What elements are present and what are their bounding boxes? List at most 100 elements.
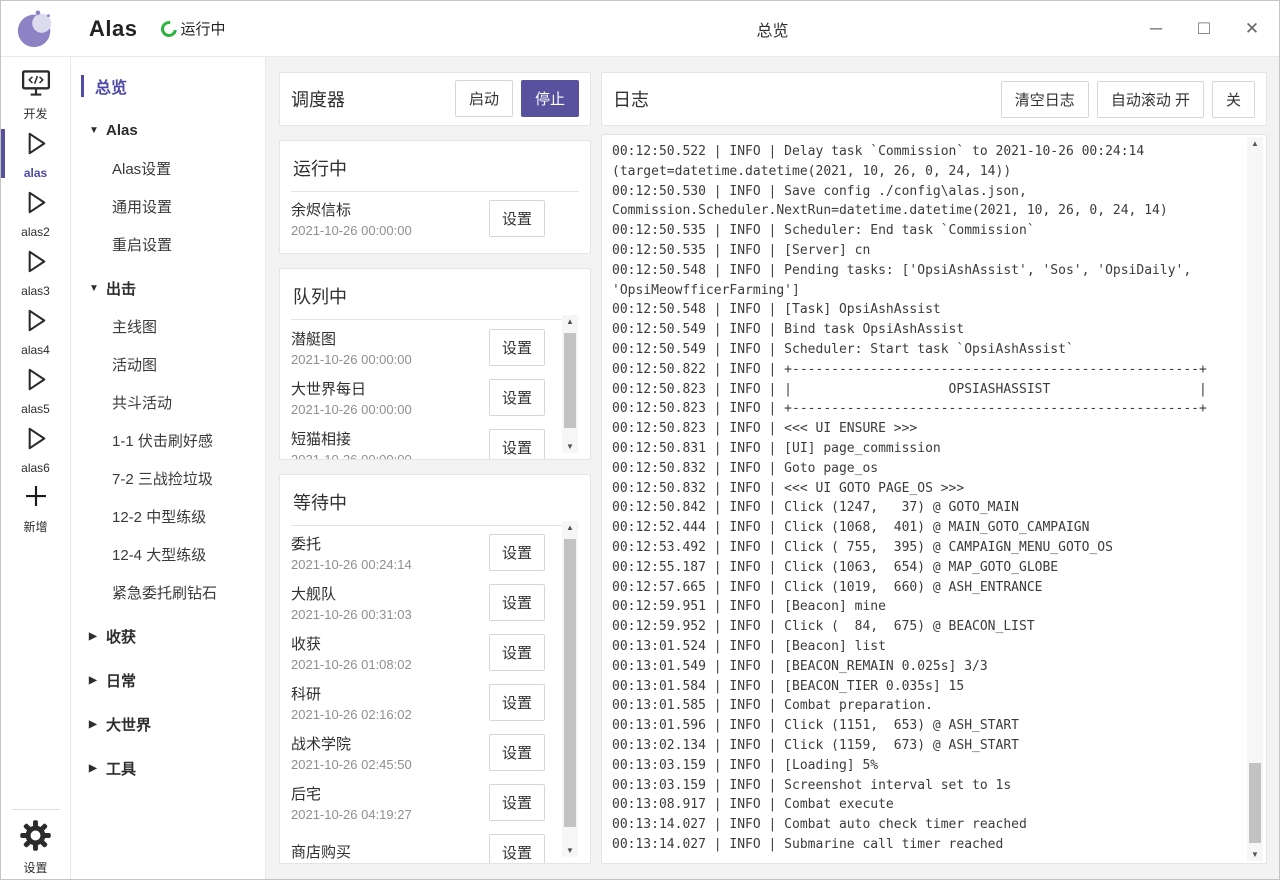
log-lines: 00:12:50.522 | INFO | Delay task `Commis… [612, 142, 1240, 855]
nav-rail-item-settings[interactable]: 设置 [1, 814, 70, 880]
menu-entry[interactable]: ▶ 工具 [71, 749, 265, 787]
log-line: 00:12:50.549 | INFO | Scheduler: Start t… [612, 340, 1240, 360]
play-icon [20, 187, 51, 223]
menu-entry[interactable]: 7-2 三战捡垃圾 [71, 459, 265, 497]
nav-rail-label: 开发 [23, 105, 47, 122]
log-line: 00:12:50.522 | INFO | Delay task `Commis… [612, 142, 1240, 162]
nav-rail-item[interactable]: 开发 [1, 65, 70, 124]
scheduler-start-button[interactable]: 启动 [455, 80, 513, 117]
nav-rail-item[interactable]: alas4 [1, 301, 70, 360]
task-setting-button[interactable]: 设置 [489, 834, 545, 864]
group-arrow-icon: ▶ [89, 719, 106, 730]
waiting-scrollbar[interactable]: ▲ ▼ [562, 521, 578, 857]
clear-log-button[interactable]: 清空日志 [1001, 81, 1089, 118]
menu-entry-label: 紧急委托刷钻石 [112, 582, 217, 603]
scroll-thumb[interactable] [564, 539, 576, 827]
scroll-thumb[interactable] [564, 333, 576, 428]
menu-entry[interactable]: 共斗活动 [71, 383, 265, 421]
task-setting-button[interactable]: 设置 [489, 379, 545, 416]
task-name: 战术学院 [291, 733, 412, 754]
menu-entry[interactable]: ▼ Alas [71, 111, 265, 149]
menu-entry[interactable]: 主线图 [71, 307, 265, 345]
menu-entry[interactable]: ▶ 收获 [71, 617, 265, 655]
scroll-down-icon[interactable]: ▼ [566, 844, 574, 857]
task-setting-button[interactable]: 设置 [489, 734, 545, 771]
task-setting-button[interactable]: 设置 [489, 634, 545, 671]
log-line: 00:13:01.524 | INFO | [Beacon] list [612, 637, 1240, 657]
task-name: 收获 [291, 633, 412, 654]
play-icon [20, 364, 51, 400]
play-icon [20, 423, 51, 459]
waiting-section: 等待中 委托 2021-10-26 00:24:14 设置 [279, 474, 591, 864]
scroll-down-icon[interactable]: ▼ [566, 440, 574, 453]
play-icon [20, 246, 51, 282]
task-next-run-time: 2021-10-26 04:19:27 [291, 807, 412, 822]
menu-entry-label: 总览 [95, 74, 127, 98]
task-setting-button[interactable]: 设置 [489, 329, 545, 366]
task-setting-button[interactable]: 设置 [489, 584, 545, 621]
app-header: Alas 运行中 总览 ─ □ ✕ [1, 1, 1279, 57]
running-section: 运行中 余烬信标 2021-10-26 00:00:00 设置 [279, 140, 591, 255]
menu-entry[interactable]: 重启设置 [71, 225, 265, 263]
scroll-up-icon[interactable]: ▲ [1251, 137, 1259, 150]
menu-entry[interactable]: 12-4 大型练级 [71, 535, 265, 573]
log-scrollbar[interactable]: ▲ ▼ [1247, 137, 1263, 861]
task-row: 余烬信标 2021-10-26 00:00:00 设置 [291, 194, 545, 244]
task-name: 大世界每日 [291, 378, 412, 399]
nav-rail-item[interactable]: alas3 [1, 242, 70, 301]
menu-entry[interactable]: ▶ 大世界 [71, 705, 265, 743]
menu-entry[interactable]: 通用设置 [71, 187, 265, 225]
scheduler-stop-button[interactable]: 停止 [521, 80, 579, 117]
log-line: 00:12:50.823 | INFO | +-----------------… [612, 399, 1240, 419]
pending-scrollbar[interactable]: ▲ ▼ [562, 315, 578, 452]
app-window: Alas 运行中 总览 ─ □ ✕ [0, 0, 1280, 880]
task-row: 商店购买 设置 [291, 828, 545, 864]
menu-entry-label: 通用设置 [112, 196, 172, 217]
task-row: 潜艇图 2021-10-26 00:00:00 设置 [291, 322, 545, 372]
task-row: 短猫相接 2021-10-26 00:00:00 设置 [291, 422, 545, 459]
log-line: 00:12:50.832 | INFO | Goto page_os [612, 459, 1240, 479]
log-line: 00:12:50.548 | INFO | Pending tasks: ['O… [612, 261, 1240, 281]
menu-entry[interactable]: 总览 [71, 67, 265, 105]
menu-entry[interactable]: 活动图 [71, 345, 265, 383]
menu-entry[interactable]: ▶ 日常 [71, 661, 265, 699]
scroll-thumb[interactable] [1249, 763, 1261, 843]
task-next-run-time: 2021-10-26 02:16:02 [291, 707, 412, 722]
log-panel-header: 日志 清空日志 自动滚动 开 关 [601, 72, 1267, 126]
nav-rail-item[interactable]: alas [1, 124, 70, 183]
scroll-up-icon[interactable]: ▲ [566, 521, 574, 534]
task-next-run-time: 2021-10-26 00:31:03 [291, 607, 412, 622]
menu-entry[interactable]: 紧急委托刷钻石 [71, 573, 265, 611]
log-output: 00:12:50.522 | INFO | Delay task `Commis… [601, 134, 1267, 864]
menu-entry[interactable]: Alas设置 [71, 149, 265, 187]
autoscroll-on-button[interactable]: 自动滚动 开 [1097, 81, 1204, 118]
autoscroll-off-button[interactable]: 关 [1212, 81, 1255, 118]
log-line: 00:12:50.832 | INFO | <<< UI GOTO PAGE_O… [612, 479, 1240, 499]
task-name: 商店购买 [291, 841, 351, 862]
task-setting-button[interactable]: 设置 [489, 784, 545, 821]
menu-entry-label: 日常 [106, 670, 136, 691]
task-setting-button[interactable]: 设置 [489, 534, 545, 571]
task-setting-button[interactable]: 设置 [489, 200, 545, 237]
menu-entry[interactable]: 12-2 中型练级 [71, 497, 265, 535]
task-next-run-time: 2021-10-26 00:00:00 [291, 223, 412, 238]
task-name: 后宅 [291, 783, 412, 804]
menu-entry[interactable]: ▼ 出击 [71, 269, 265, 307]
task-setting-button[interactable]: 设置 [489, 429, 545, 460]
group-arrow-icon: ▼ [89, 283, 106, 294]
group-arrow-icon: ▶ [89, 675, 106, 686]
task-setting-button[interactable]: 设置 [489, 684, 545, 721]
nav-rail-item[interactable]: alas2 [1, 183, 70, 242]
minimize-icon[interactable]: ─ [1145, 20, 1167, 37]
close-icon[interactable]: ✕ [1241, 20, 1263, 37]
nav-rail-item[interactable]: alas5 [1, 360, 70, 419]
scroll-up-icon[interactable]: ▲ [566, 315, 574, 328]
menu-entry[interactable]: 1-1 伏击刷好感 [71, 421, 265, 459]
nav-rail-item[interactable]: alas6 [1, 419, 70, 478]
scroll-down-icon[interactable]: ▼ [1251, 848, 1259, 861]
task-row: 委托 2021-10-26 00:24:14 设置 [291, 528, 545, 578]
nav-rail-item[interactable]: 新增 [1, 478, 70, 537]
maximize-icon[interactable]: □ [1193, 19, 1215, 38]
log-line: 00:12:50.530 | INFO | Save config ./conf… [612, 182, 1240, 202]
menu-entry-label: 主线图 [112, 316, 157, 337]
